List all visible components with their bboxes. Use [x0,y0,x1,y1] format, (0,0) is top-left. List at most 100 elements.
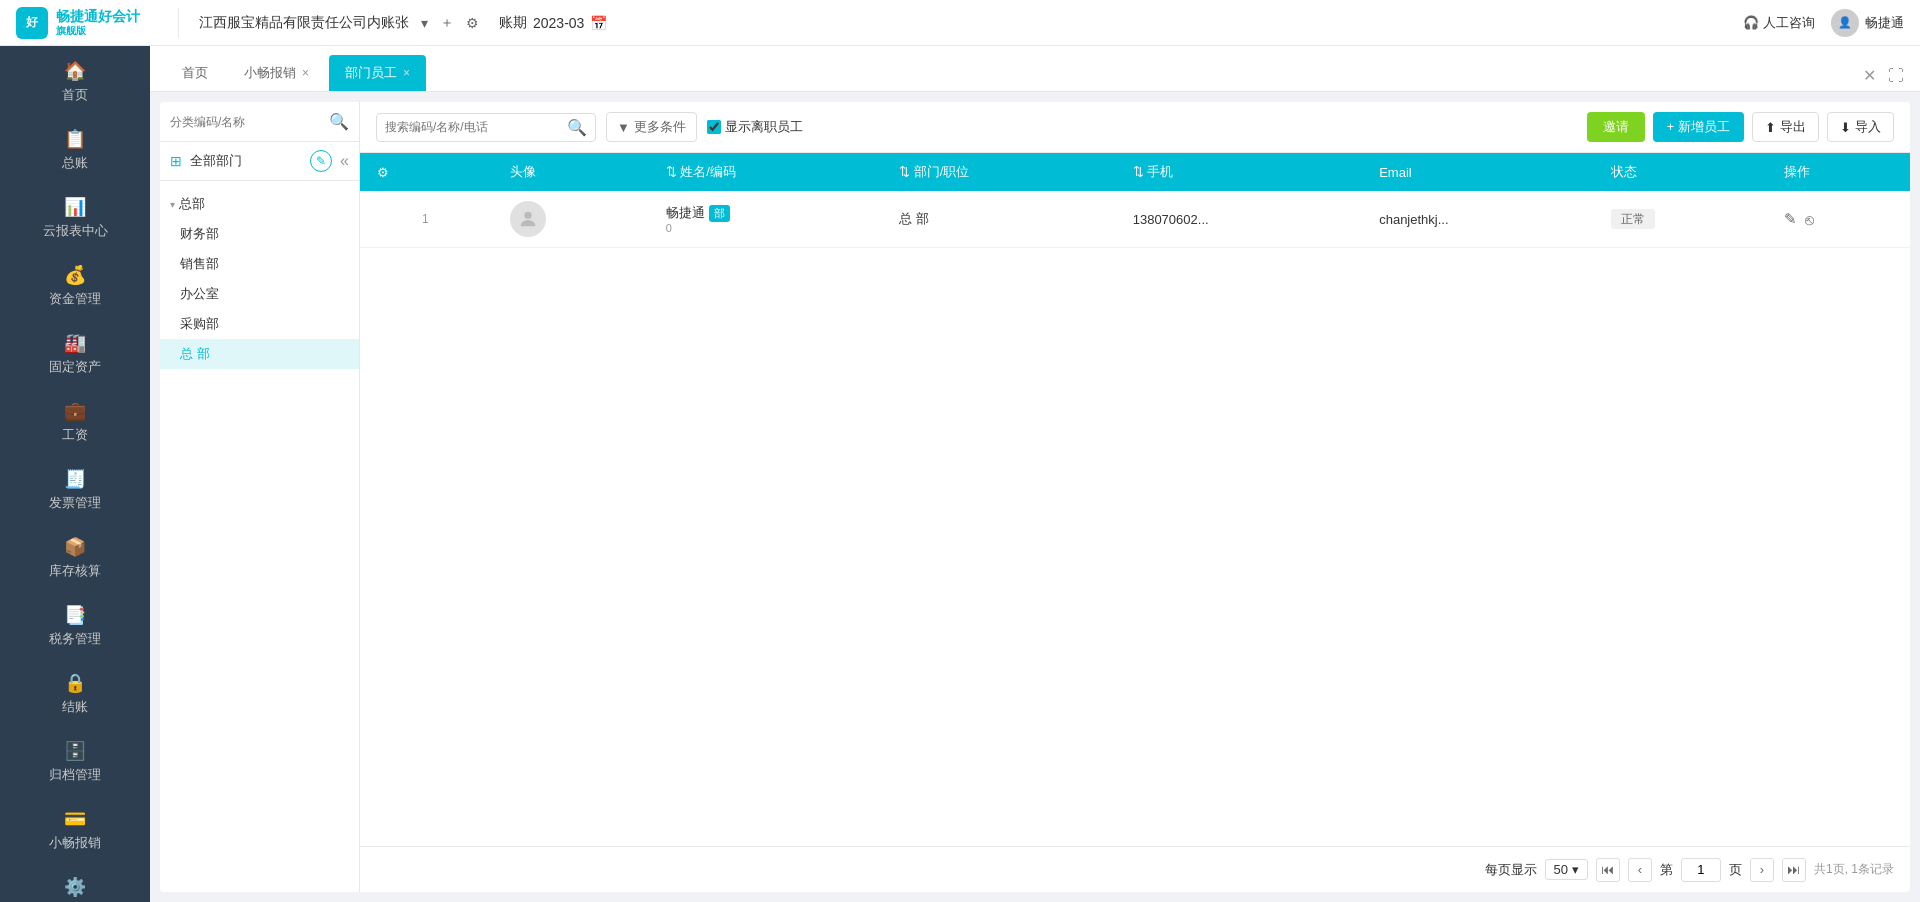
dept-collapse-icon[interactable]: « [340,152,349,170]
status-badge: 正常 [1611,209,1655,229]
tabs-bar: 首页 小畅报销 × 部门员工 × ✕ ⛶ [150,46,1920,92]
sidebar-item-inventory[interactable]: 📦 库存核算 [0,522,150,590]
sidebar-item-salary[interactable]: 💼 工资 [0,386,150,454]
top-bar: 好 畅捷通好会计 旗舰版 江西服宝精品有限责任公司内账张 ▾ ＋ ⚙ 账期 20… [0,0,1920,46]
salary-icon: 💼 [64,400,86,422]
service-button[interactable]: 🎧 人工咨询 [1743,14,1815,32]
tab-home-label: 首页 [182,64,208,82]
sidebar-item-asset-mgmt[interactable]: 💰 资金管理 [0,250,150,318]
row-name: 畅捷通 部 0 [650,191,884,248]
filter-icon: ▼ [617,120,630,135]
right-panel: 🔍 ▼ 更多条件 显示离职员工 邀请 + 新增员工 ⬆ [360,102,1910,892]
table-header-action: 操作 [1768,153,1910,191]
service-label: 人工咨询 [1763,14,1815,32]
user-avatar: 👤 [1831,9,1859,37]
edit-button[interactable]: ✎ [1784,210,1797,228]
table-header-gear[interactable]: ⚙ [360,153,406,191]
tab-dept-label: 部门员工 [345,64,397,82]
ledger-icon: 📋 [64,128,86,150]
tab-expand-icon[interactable]: ⛶ [1888,67,1904,85]
period-label: 账期 [499,14,527,32]
sidebar-item-fixed-asset[interactable]: 🏭 固定资产 [0,318,150,386]
export-button[interactable]: ⬆ 导出 [1752,112,1819,142]
calendar-icon[interactable]: 📅 [590,15,607,31]
show-resigned-label[interactable]: 显示离职员工 [707,118,803,136]
dept-search-input[interactable] [170,115,329,129]
dropdown-button[interactable]: ▾ [421,15,428,31]
archive-icon: 🗄️ [64,740,86,762]
filter-button[interactable]: ▼ 更多条件 [606,112,697,142]
per-page-select[interactable]: 50 ▾ [1545,859,1588,880]
per-page-label: 每页显示 [1485,861,1537,879]
employee-search-input[interactable] [385,120,567,134]
sidebar-item-close[interactable]: 🔒 结账 [0,658,150,726]
page-prev-button[interactable]: ‹ [1628,858,1652,882]
sidebar-label-fixed-asset: 固定资产 [49,358,101,376]
invoice-icon: 🧾 [64,468,86,490]
sidebar-item-ledger[interactable]: 📋 总账 [0,114,150,182]
content-area: 首页 小畅报销 × 部门员工 × ✕ ⛶ 🔍 [150,46,1920,902]
show-resigned-checkbox[interactable] [707,120,721,134]
page-input[interactable] [1681,858,1721,882]
dept-search-icon[interactable]: 🔍 [329,112,349,131]
sidebar-label-salary: 工资 [62,426,88,444]
dept-tree-item-general[interactable]: 总 部 [160,339,359,369]
dept-tree-item-finance[interactable]: 财务部 [160,219,359,249]
tab-close-all-icon[interactable]: ✕ [1863,66,1876,85]
toolbar: 🔍 ▼ 更多条件 显示离职员工 邀请 + 新增员工 ⬆ [360,102,1910,153]
sidebar-item-settings[interactable]: ⚙️ 基础设置 [0,862,150,902]
row-avatar [494,191,649,248]
sidebar-item-archive[interactable]: 🗄️ 归档管理 [0,726,150,794]
dept-tree-item-root[interactable]: 总部 [160,189,359,219]
sidebar-label-report: 云报表中心 [43,222,108,240]
dept-edit-button[interactable]: ✎ [310,150,332,172]
user-info[interactable]: 👤 畅捷通 [1831,9,1904,37]
settings-gear-icon: ⚙️ [64,876,86,898]
dept-tree-item-sales[interactable]: 销售部 [160,249,359,279]
dept-tree-item-purchase[interactable]: 采购部 [160,309,359,339]
import-button[interactable]: ⬇ 导入 [1827,112,1894,142]
page-label: 第 [1660,861,1673,879]
employee-tbody: 1 畅捷通 部 0 总 部 138070602... chanjethkj...… [360,191,1910,248]
table-header-num [406,153,494,191]
delete-button[interactable]: ⎋ [1805,210,1814,228]
row-status: 正常 [1595,191,1769,248]
table-header-dept[interactable]: ⇅ 部门/职位 [883,153,1117,191]
page-unit: 页 [1729,861,1742,879]
table-header-phone[interactable]: ⇅ 手机 [1117,153,1363,191]
per-page-dropdown-icon: ▾ [1572,862,1579,877]
sidebar-label-asset-mgmt: 资金管理 [49,290,101,308]
per-page-value: 50 [1554,862,1568,877]
top-bar-right: 🎧 人工咨询 👤 畅捷通 [1743,9,1904,37]
search-icon[interactable]: 🔍 [567,118,587,137]
add-employee-button[interactable]: + 新增员工 [1653,112,1744,142]
invite-button[interactable]: 邀请 [1587,112,1645,142]
sidebar-item-report[interactable]: 📊 云报表中心 [0,182,150,250]
row-action: ✎ ⎋ [1768,191,1910,248]
sidebar-item-invoice[interactable]: 🧾 发票管理 [0,454,150,522]
page-last-button[interactable]: ⏭ [1782,858,1806,882]
company-name: 江西服宝精品有限责任公司内账张 [199,14,409,32]
employee-name: 畅捷通 [666,204,705,222]
settings-button[interactable]: ⚙ [466,15,479,31]
row-num: 1 [406,191,494,248]
tab-dept[interactable]: 部门员工 × [329,55,426,91]
sidebar-item-home[interactable]: 🏠 首页 [0,46,150,114]
page-first-button[interactable]: ⏮ [1596,858,1620,882]
tab-expense-close[interactable]: × [302,66,309,80]
sidebar-label-tax: 税务管理 [49,630,101,648]
tab-dept-close[interactable]: × [403,66,410,80]
tab-home[interactable]: 首页 [166,55,224,91]
add-button[interactable]: ＋ [440,14,454,32]
avatar [510,201,546,237]
asset-mgmt-icon: 💰 [64,264,86,286]
table-header-name[interactable]: ⇅ 姓名/编码 [650,153,884,191]
sidebar-item-expense[interactable]: 💳 小畅报销 [0,794,150,862]
dept-tree-item-office[interactable]: 办公室 [160,279,359,309]
sidebar: 🏠 首页 📋 总账 📊 云报表中心 💰 资金管理 🏭 固定资产 💼 工资 🧾 发… [0,46,150,902]
action-buttons: ✎ ⎋ [1784,210,1894,228]
tab-expense[interactable]: 小畅报销 × [228,55,325,91]
filter-label: 更多条件 [634,118,686,136]
sidebar-item-tax[interactable]: 📑 税务管理 [0,590,150,658]
page-next-button[interactable]: › [1750,858,1774,882]
